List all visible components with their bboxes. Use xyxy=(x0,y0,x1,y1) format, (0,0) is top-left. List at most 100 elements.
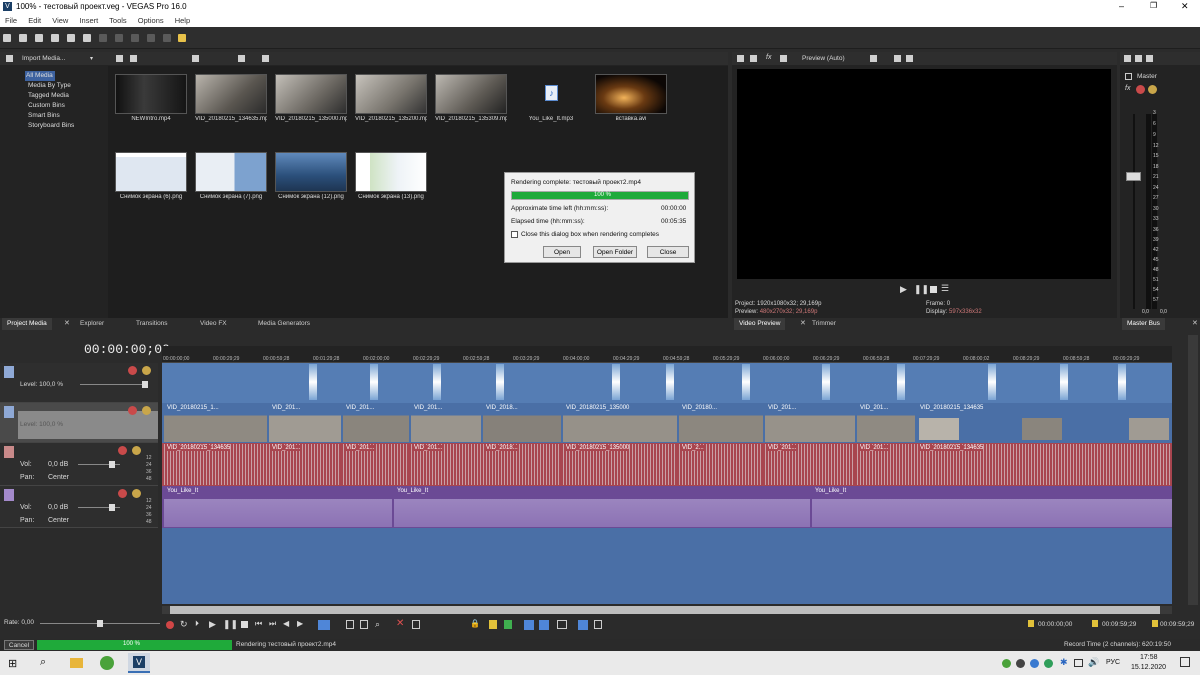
maximize-button[interactable]: ❐ xyxy=(1150,1,1157,10)
pointer-icon[interactable] xyxy=(178,34,187,42)
overlay-clip[interactable] xyxy=(988,364,996,400)
menu-help[interactable]: Help xyxy=(175,16,190,25)
tab-transitions[interactable]: Transitions xyxy=(131,318,173,330)
clock-time[interactable]: 17:58 xyxy=(1140,654,1158,661)
audio-clip[interactable]: VID_201... xyxy=(269,444,341,485)
cut-icon[interactable] xyxy=(98,34,107,42)
dialog-close-button[interactable]: Close xyxy=(647,246,689,258)
mute-icon[interactable] xyxy=(118,446,127,455)
mute-icon[interactable] xyxy=(128,406,137,415)
overlay-clip[interactable] xyxy=(612,364,620,400)
media-item[interactable]: вставка.avi xyxy=(595,74,667,122)
track-menu-icon[interactable] xyxy=(4,406,14,418)
torrent-app-icon[interactable] xyxy=(100,656,114,670)
vertical-scrollbar[interactable] xyxy=(1188,335,1198,605)
play-from-start-icon[interactable]: ⏵ xyxy=(195,619,199,629)
overlays-icon[interactable] xyxy=(870,55,877,62)
play-preview-icon[interactable] xyxy=(192,55,199,62)
search-icon[interactable]: ⌕ xyxy=(40,656,46,669)
preview-stop-icon[interactable] xyxy=(930,286,937,293)
overlay-clip[interactable] xyxy=(1060,364,1068,400)
media-item[interactable]: Снимок экрана (13).png xyxy=(355,152,427,200)
new-icon[interactable] xyxy=(3,34,11,42)
video-clip[interactable]: VID_201... xyxy=(765,404,855,442)
record-icon[interactable] xyxy=(166,621,174,629)
tab-trimmer[interactable]: Trimmer xyxy=(807,318,841,330)
master-more-icon[interactable] xyxy=(1146,55,1153,62)
preview-play-icon[interactable]: ▶ xyxy=(900,284,907,295)
save-as-icon[interactable] xyxy=(50,34,59,42)
tree-item-smart-bins[interactable]: Smart Bins xyxy=(6,111,106,121)
track-header-audio-2[interactable]: Vol: 0,0 dB Pan: Center 12 24 36 48 xyxy=(0,486,158,528)
menu-view[interactable]: View xyxy=(52,16,68,25)
tray-app-icon[interactable] xyxy=(1016,659,1025,668)
tree-item-storyboard-bins[interactable]: Storyboard Bins xyxy=(6,121,106,131)
region-icon[interactable] xyxy=(504,620,512,629)
track-menu-icon[interactable] xyxy=(4,366,14,378)
solo-icon[interactable] xyxy=(142,366,151,375)
lock-envelopes-icon[interactable] xyxy=(578,620,588,630)
tab-close-icon[interactable]: ✕ xyxy=(64,319,70,327)
media-item[interactable]: VID_20180215_134635.mp4 xyxy=(195,74,267,122)
import-media-icon[interactable] xyxy=(6,55,13,62)
prev-frame-icon[interactable]: ◀ xyxy=(283,619,289,628)
media-item[interactable]: Снимок экрана (12).png xyxy=(275,152,347,200)
next-frame-icon[interactable]: ▶ xyxy=(297,619,303,628)
master-settings-icon[interactable] xyxy=(1124,55,1131,62)
crossfade-icon[interactable] xyxy=(557,620,567,629)
master-route-icon[interactable] xyxy=(1135,55,1142,62)
tree-item-custom-bins[interactable]: Custom Bins xyxy=(6,101,106,111)
notifications-icon[interactable] xyxy=(1180,657,1190,667)
undo-icon[interactable] xyxy=(146,34,155,42)
media-fx-icon[interactable] xyxy=(116,55,123,62)
tray-sync-icon[interactable] xyxy=(1044,659,1053,668)
overlay-clip[interactable] xyxy=(742,364,750,400)
tab-video-preview[interactable]: Video Preview xyxy=(734,318,786,330)
dialog-open-button[interactable]: Open xyxy=(543,246,581,258)
search-icon[interactable] xyxy=(262,55,269,62)
video-clip[interactable]: VID_20180... xyxy=(679,404,763,442)
audio-clip[interactable]: VID_20180215_134635 xyxy=(917,444,1172,485)
windows-start-icon[interactable]: ⊞ xyxy=(8,657,17,670)
video-clip[interactable]: VID_201... xyxy=(343,404,409,442)
delete-icon[interactable]: ✕ xyxy=(396,618,404,629)
tree-item-tagged-media[interactable]: Tagged Media xyxy=(6,91,106,101)
minimize-button[interactable]: – xyxy=(1119,1,1124,11)
tab-master-bus[interactable]: Master Bus xyxy=(1122,318,1165,330)
video-clip[interactable]: VID_2018... xyxy=(483,404,561,442)
master-mute-icon[interactable] xyxy=(1136,85,1145,94)
overlay-clip[interactable] xyxy=(897,364,905,400)
overlay-clip[interactable] xyxy=(433,364,441,400)
rate-slider[interactable] xyxy=(40,620,160,627)
track-header-audio-1[interactable]: Vol: 0,0 dB Pan: Center 12 24 36 48 xyxy=(0,443,158,486)
tree-item-all-media[interactable]: All Media xyxy=(6,71,106,81)
vol-slider[interactable] xyxy=(78,504,120,511)
master-fader-handle[interactable] xyxy=(1126,172,1141,181)
ignore-grouping-icon[interactable] xyxy=(594,620,602,629)
track-menu-icon[interactable] xyxy=(4,489,14,501)
close-when-done-checkbox[interactable] xyxy=(511,231,518,238)
overlay-clip[interactable] xyxy=(309,364,317,400)
solo-icon[interactable] xyxy=(132,446,141,455)
solo-icon[interactable] xyxy=(132,489,141,498)
preview-settings-icon[interactable] xyxy=(737,55,744,62)
selection-tool-icon[interactable] xyxy=(360,620,368,629)
overlay-clip[interactable] xyxy=(496,364,504,400)
media-item[interactable]: VID_20180215_135200.mp4 xyxy=(355,74,427,122)
media-item[interactable]: VID_20180215_135000.mp4 xyxy=(275,74,347,122)
music-clip[interactable]: You_Like_It xyxy=(164,487,392,527)
media-item[interactable]: Снимок экрана (6).png xyxy=(115,152,187,200)
video-clip[interactable]: VID_20180215_135000 xyxy=(563,404,677,442)
tab-media-generators[interactable]: Media Generators xyxy=(253,318,315,330)
file-explorer-icon[interactable] xyxy=(70,658,83,668)
tray-torrent-icon[interactable] xyxy=(1002,659,1011,668)
overlay-clip[interactable] xyxy=(822,364,830,400)
auto-ripple-icon[interactable] xyxy=(539,620,549,630)
vol-slider[interactable] xyxy=(78,461,120,468)
video-clip[interactable]: VID_201... xyxy=(269,404,341,442)
split-view-icon[interactable] xyxy=(780,55,787,62)
menu-file[interactable]: File xyxy=(5,16,17,25)
import-media-button[interactable]: Import Media... xyxy=(22,55,65,62)
envelope-tool-icon[interactable] xyxy=(346,620,354,629)
solo-icon[interactable] xyxy=(142,406,151,415)
